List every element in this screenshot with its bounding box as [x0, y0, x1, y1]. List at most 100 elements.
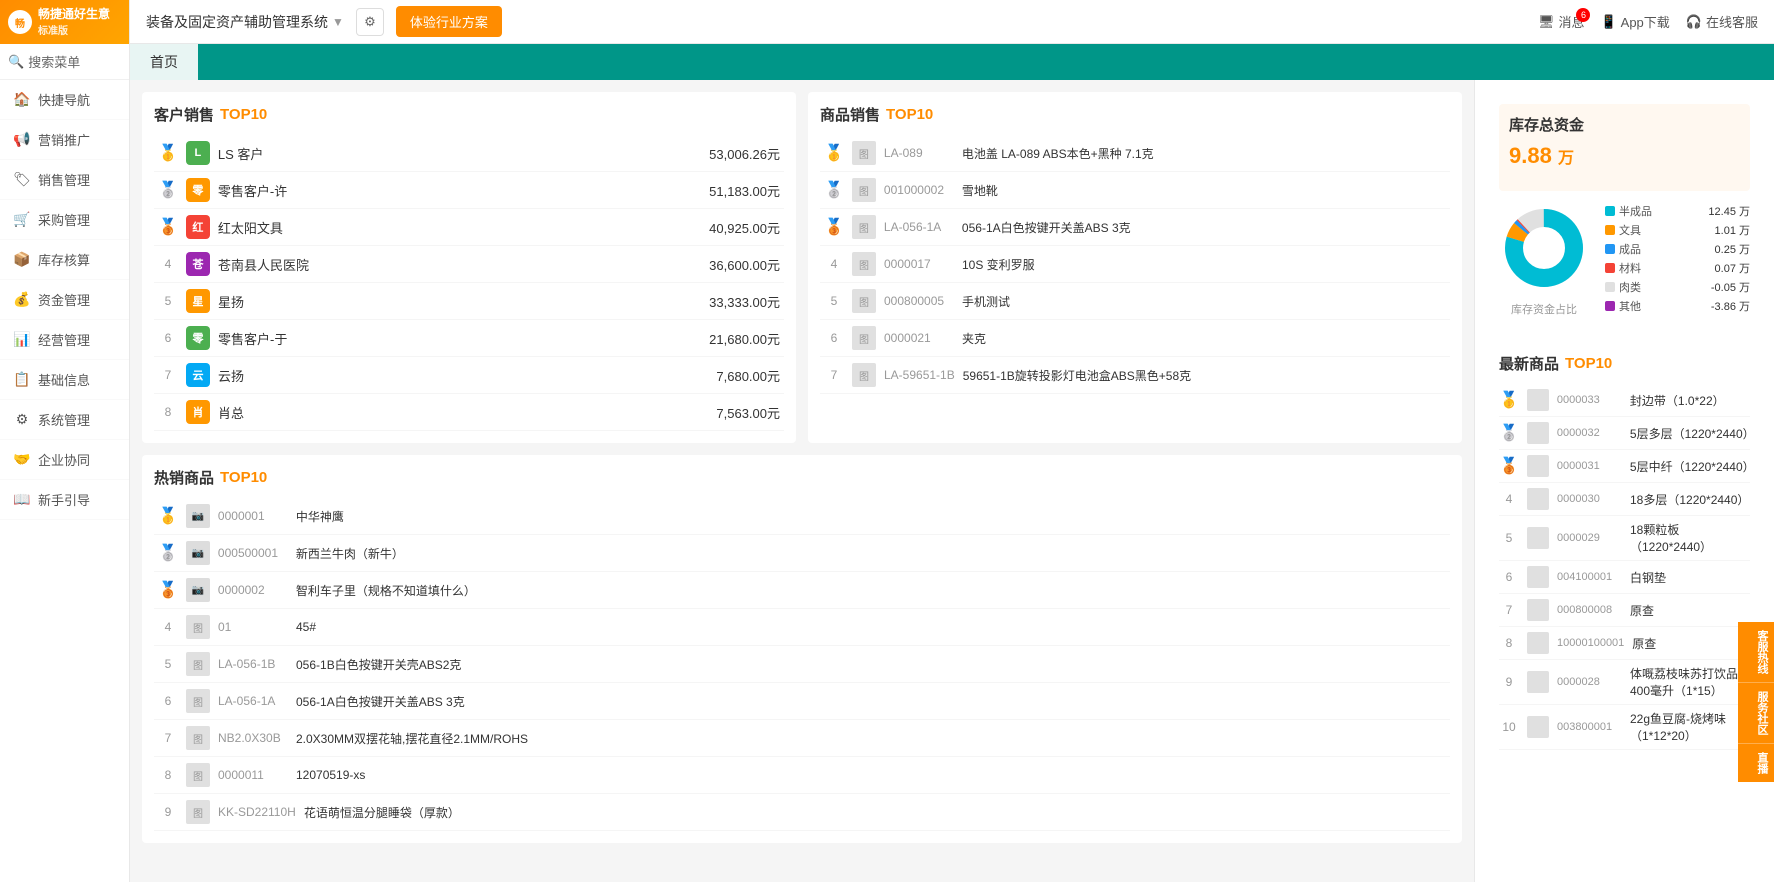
notification-badge[interactable]: 🖥 消息 6 — [1538, 12, 1585, 31]
customer-sales-title: 客户销售 TOP10 — [154, 104, 784, 125]
product-code: LA-089 — [884, 146, 954, 160]
sidebar-item-inventory[interactable]: 📦 库存核算 — [0, 240, 129, 280]
sidebar-item-sales[interactable]: 🏷 销售管理 — [0, 160, 129, 200]
medal-bronze-icon: 🥉 — [824, 217, 844, 237]
float-btn-counter[interactable]: 直播 — [1738, 744, 1774, 782]
hot-product-row: 9 图 KK-SD22110H 花语萌恒温分腿睡袋（厚款） — [154, 794, 1450, 831]
hot-product-row: 🥇 📷 0000001 中华神鹰 — [154, 498, 1450, 535]
medal-gold-icon: 🥇 — [1499, 390, 1519, 410]
rank-number: 6 — [1499, 570, 1519, 584]
new-product-image — [1527, 527, 1549, 549]
rank-number: 6 — [158, 694, 178, 708]
new-product-image — [1527, 632, 1549, 654]
product-sales-card: 商品销售 TOP10 🥇 图 LA-089 电池盖 LA-089 ABS本色+黑… — [808, 92, 1462, 443]
tab-home[interactable]: 首页 — [130, 44, 198, 80]
sidebar-item-system[interactable]: ⚙ 系统管理 — [0, 400, 129, 440]
brand-name: 畅捷通好生意 — [38, 7, 110, 23]
customer-service-top[interactable]: 🎧 在线客服 — [1686, 12, 1758, 31]
new-product-name: 体嘅荔枝味苏打饮品400毫升（1*15） — [1630, 665, 1750, 699]
sidebar-search[interactable]: 🔍 搜索菜单 — [0, 44, 129, 80]
medal-gold-icon: 🥇 — [158, 143, 178, 163]
search-label: 搜索菜单 — [28, 52, 80, 71]
product-image: 图 — [186, 763, 210, 787]
rank-number: 8 — [158, 768, 178, 782]
inventory-donut-chart — [1499, 203, 1589, 293]
sidebar-item-label: 快捷导航 — [38, 90, 90, 109]
customer-name: 星扬 — [218, 292, 701, 311]
hot-product-row: 🥉 📷 0000002 智利车子里（规格不知道填什么） — [154, 572, 1450, 609]
sidebar-item-marketing[interactable]: 📢 营销推广 — [0, 120, 129, 160]
medal-bronze-icon: 🥉 — [158, 217, 178, 237]
new-product-image — [1527, 488, 1549, 510]
new-product-name: 封边带（1.0*22） — [1630, 392, 1750, 409]
app-download[interactable]: 📱 App下载 — [1600, 12, 1669, 31]
content-area: 客户销售 TOP10 🥇 L LS 客户 53,006.26元 🥈 零 零售客户… — [130, 80, 1774, 882]
customer-amount: 7,680.00元 — [716, 366, 780, 385]
product-code: 0000021 — [884, 331, 954, 345]
customer-avatar: 红 — [186, 215, 210, 239]
rank-number: 5 — [158, 294, 178, 308]
customer-list-row: 4 苍 苍南县人民医院 36,600.00元 — [154, 246, 784, 283]
customer-name: 红太阳文具 — [218, 218, 701, 237]
customer-amount: 36,600.00元 — [709, 255, 780, 274]
sidebar-item-basic-info[interactable]: 📋 基础信息 — [0, 360, 129, 400]
product-name: 手机测试 — [962, 293, 1446, 310]
sidebar-item-purchase[interactable]: 🛒 采购管理 — [0, 200, 129, 240]
product-image: 📷 — [186, 541, 210, 565]
legend-color-dot — [1605, 225, 1615, 235]
content-left: 客户销售 TOP10 🥇 L LS 客户 53,006.26元 🥈 零 零售客户… — [130, 80, 1474, 882]
customer-list-row: 5 星 星扬 33,333.00元 — [154, 283, 784, 320]
product-image: 图 — [186, 800, 210, 824]
new-product-code: 0000029 — [1557, 532, 1622, 544]
customer-list-row: 7 云 云扬 7,680.00元 — [154, 357, 784, 394]
customer-amount: 21,680.00元 — [709, 329, 780, 348]
new-product-row: 9 0000028 体嘅荔枝味苏打饮品400毫升（1*15） — [1499, 660, 1750, 705]
customer-avatar: 苍 — [186, 252, 210, 276]
legend-label: 半成品 — [1619, 203, 1704, 219]
new-product-code: 0000028 — [1557, 676, 1622, 688]
new-product-code: 0000030 — [1557, 493, 1622, 505]
new-product-image — [1527, 566, 1549, 588]
product-image: 图 — [186, 689, 210, 713]
customer-name: 零售客户-于 — [218, 329, 701, 348]
medal-gold-icon: 🥇 — [824, 143, 844, 163]
settings-gear-button[interactable]: ⚙ — [356, 8, 384, 36]
new-product-name: 原查 — [1632, 635, 1750, 652]
inventory-legend: 半成品 12.45 万 文具 1.01 万 成品 0.25 万 材料 0.07 … — [1605, 203, 1750, 317]
inventory-card: 库存总资金 9.88 万 — [1487, 92, 1762, 329]
sidebar-item-cooperation[interactable]: 🤝 企业协同 — [0, 440, 129, 480]
new-product-image — [1527, 599, 1549, 621]
product-code: NB2.0X30B — [218, 731, 288, 745]
legend-color-dot — [1605, 282, 1615, 292]
legend-label: 材料 — [1619, 260, 1711, 276]
inventory-legend-row: 文具 1.01 万 — [1605, 222, 1750, 238]
sidebar-item-operations[interactable]: 📊 经营管理 — [0, 320, 129, 360]
legend-color-dot — [1605, 301, 1615, 311]
new-product-code: 000800008 — [1557, 604, 1622, 616]
product-image: 图 — [852, 215, 876, 239]
product-image: 图 — [186, 652, 210, 676]
sidebar-item-guide[interactable]: 📖 新手引导 — [0, 480, 129, 520]
product-sales-row: 🥉 图 LA-056-1A 056-1A白色按键开关盖ABS 3克 — [820, 209, 1450, 246]
sidebar-item-finance[interactable]: 💰 资金管理 — [0, 280, 129, 320]
trial-button[interactable]: 体验行业方案 — [396, 6, 502, 37]
finance-icon: 💰 — [14, 292, 30, 308]
topbar-right: 🖥 消息 6 📱 App下载 🎧 在线客服 — [1538, 12, 1758, 31]
float-btn-service-community[interactable]: 服务社区 — [1738, 683, 1774, 744]
product-sales-title: 商品销售 TOP10 — [820, 104, 1450, 125]
product-code: LA-59651-1B — [884, 368, 955, 382]
brand-subtitle: 标准版 — [38, 22, 110, 37]
product-name: 夹克 — [962, 330, 1446, 347]
inventory-icon: 📦 — [14, 252, 30, 268]
product-name: 59651-1B旋转投影灯电池盒ABS黑色+58克 — [963, 367, 1446, 384]
sidebar-item-label: 经营管理 — [38, 330, 90, 349]
new-products-title: 最新商品 TOP10 — [1499, 353, 1750, 374]
system-title-dropdown[interactable]: 装备及固定资产辅助管理系统 ▼ — [146, 12, 344, 32]
search-icon: 🔍 — [8, 54, 24, 70]
new-product-row: 🥇 0000033 封边带（1.0*22） — [1499, 384, 1750, 417]
customer-avatar: 肖 — [186, 400, 210, 424]
product-name: 雪地靴 — [962, 182, 1446, 199]
product-image: 图 — [852, 363, 876, 387]
float-btn-customer-service[interactable]: 客服热线 — [1738, 622, 1774, 683]
sidebar-item-quick-nav[interactable]: 🏠 快捷导航 — [0, 80, 129, 120]
